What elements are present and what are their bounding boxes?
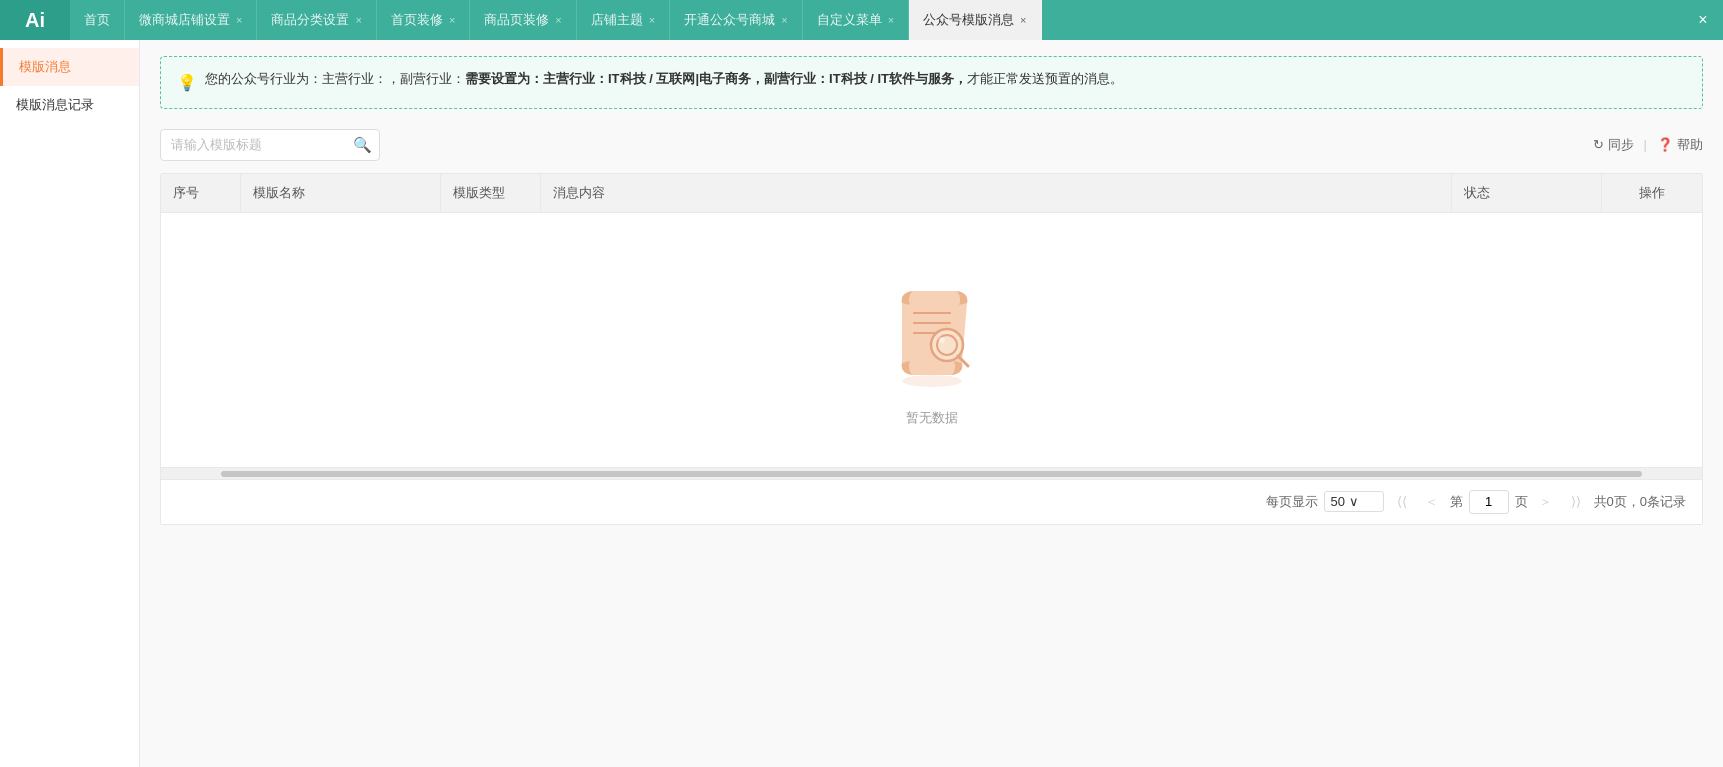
nav-tab-close-wechat-template[interactable]: ×: [1020, 14, 1026, 26]
nav-tab-custom-menu[interactable]: 自定义菜单×: [803, 0, 909, 40]
nav-tab-close-open-wechat[interactable]: ×: [781, 14, 787, 26]
divider: |: [1644, 137, 1647, 152]
content-area: 💡 您的公众号行业为：主营行业：，副营行业：需要设置为：主营行业：IT科技 / …: [140, 40, 1723, 767]
nav-tab-product-decor[interactable]: 商品页装修×: [470, 0, 576, 40]
sidebar-item-template-log[interactable]: 模版消息记录: [0, 86, 139, 124]
nav-tab-wsc-shop[interactable]: 微商城店铺设置×: [125, 0, 257, 40]
nav-tab-close-product-category[interactable]: ×: [355, 14, 361, 26]
th-seq: 序号: [161, 174, 241, 212]
table-header: 序号 模版名称 模版类型 消息内容 状态 操作: [161, 174, 1702, 213]
nav-tab-wechat-template[interactable]: 公众号模版消息×: [909, 0, 1041, 40]
pagination: 每页显示 50 ∨ ⟨⟨ ＜ 第 页 ＞ ⟩⟩ 共0页，0条记录: [161, 479, 1702, 524]
page-label: 第: [1450, 493, 1463, 511]
empty-state: 暂无数据: [161, 213, 1702, 467]
help-label: 帮助: [1677, 136, 1703, 154]
page-next-button[interactable]: ＞: [1534, 490, 1558, 514]
nav-tab-close-product-decor[interactable]: ×: [555, 14, 561, 26]
sync-icon: ↻: [1593, 137, 1604, 152]
nav-tab-close-home-decor[interactable]: ×: [449, 14, 455, 26]
th-content: 消息内容: [541, 174, 1452, 212]
empty-svg: [872, 273, 992, 393]
sync-button[interactable]: ↻ 同步: [1593, 136, 1634, 154]
top-nav: Ai 首页微商城店铺设置×商品分类设置×首页装修×商品页装修×店铺主题×开通公众…: [0, 0, 1723, 40]
search-button[interactable]: 🔍: [353, 136, 372, 154]
nav-tab-home[interactable]: 首页: [70, 0, 125, 40]
search-bar: 🔍 ↻ 同步 | ❓ 帮助: [160, 129, 1703, 161]
search-actions: ↻ 同步 | ❓ 帮助: [1593, 136, 1703, 154]
alert-text: 您的公众号行业为：主营行业：，副营行业：需要设置为：主营行业：IT科技 / 互联…: [205, 69, 1123, 90]
th-status: 状态: [1452, 174, 1602, 212]
page-first-button[interactable]: ⟨⟨: [1390, 490, 1414, 514]
nav-tab-close-shop-theme[interactable]: ×: [649, 14, 655, 26]
sidebar-item-template-msg[interactable]: 模版消息: [0, 48, 139, 86]
data-table: 序号 模版名称 模版类型 消息内容 状态 操作: [160, 173, 1703, 525]
industry-alert: 💡 您的公众号行业为：主营行业：，副营行业：需要设置为：主营行业：IT科技 / …: [160, 56, 1703, 109]
svg-point-0: [902, 375, 962, 387]
main-layout: 模版消息模版消息记录 💡 您的公众号行业为：主营行业：，副营行业：需要设置为：主…: [0, 40, 1723, 767]
page-size-value: 50: [1331, 494, 1345, 509]
th-type: 模版类型: [441, 174, 541, 212]
search-input-wrap: 🔍: [160, 129, 380, 161]
nav-tab-product-category[interactable]: 商品分类设置×: [257, 0, 376, 40]
page-number-input[interactable]: [1469, 490, 1509, 514]
svg-point-7: [939, 337, 945, 343]
page-total: 共0页，0条记录: [1594, 493, 1686, 511]
nav-tab-home-decor[interactable]: 首页装修×: [377, 0, 470, 40]
app-logo: Ai: [0, 0, 70, 40]
sync-label: 同步: [1608, 136, 1634, 154]
nav-tabs: 首页微商城店铺设置×商品分类设置×首页装修×商品页装修×店铺主题×开通公众号商城…: [70, 0, 1683, 40]
th-name: 模版名称: [241, 174, 441, 212]
page-unit: 页: [1515, 493, 1528, 511]
chevron-down-icon: ∨: [1349, 494, 1359, 509]
nav-tab-close-custom-menu[interactable]: ×: [888, 14, 894, 26]
empty-illustration: [872, 273, 992, 393]
th-action: 操作: [1602, 174, 1702, 212]
nav-tab-open-wechat[interactable]: 开通公众号商城×: [670, 0, 802, 40]
scrollbar-thumb[interactable]: [221, 471, 1642, 477]
nav-tab-close-wsc-shop[interactable]: ×: [236, 14, 242, 26]
sidebar: 模版消息模版消息记录: [0, 40, 140, 767]
page-size-label: 每页显示: [1266, 493, 1318, 511]
page-last-button[interactable]: ⟩⟩: [1564, 490, 1588, 514]
search-input[interactable]: [160, 129, 380, 161]
nav-tab-shop-theme[interactable]: 店铺主题×: [577, 0, 670, 40]
global-close-button[interactable]: ×: [1683, 0, 1723, 40]
page-prev-button[interactable]: ＜: [1420, 490, 1444, 514]
empty-text: 暂无数据: [906, 409, 958, 427]
page-size-select[interactable]: 50 ∨: [1324, 491, 1384, 512]
horizontal-scrollbar[interactable]: [161, 467, 1702, 479]
help-button[interactable]: ❓ 帮助: [1657, 136, 1703, 154]
bulb-icon: 💡: [177, 70, 197, 96]
help-icon: ❓: [1657, 137, 1673, 152]
